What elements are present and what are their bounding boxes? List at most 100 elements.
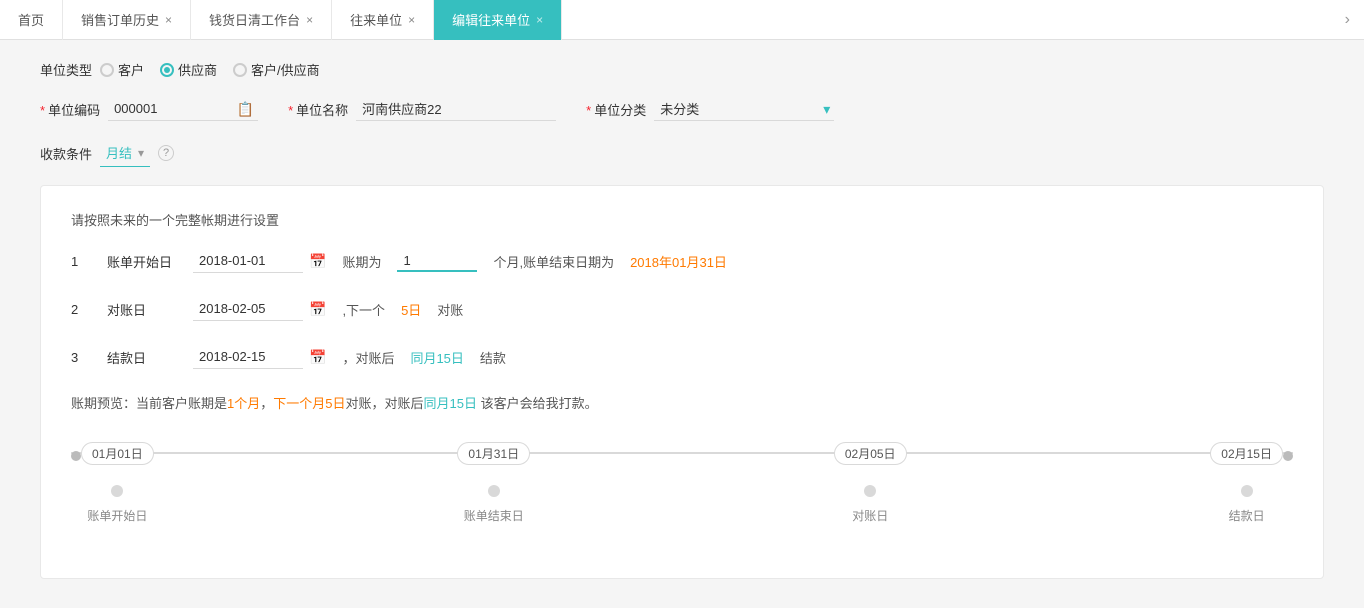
period-end-date-highlight: 2018年01月31日: [630, 252, 727, 271]
timeline-sub-label: 结款日: [1229, 507, 1265, 524]
unit-type-item: 单位类型 客户 供应商 客户/供应商: [40, 60, 320, 79]
start-date-calendar-icon[interactable]: 📅: [309, 253, 326, 270]
row-num-3: 3: [71, 350, 91, 365]
unit-name-label: 单位名称: [288, 100, 348, 119]
period-months-input[interactable]: [397, 251, 477, 272]
tab-close-partner[interactable]: ×: [408, 13, 415, 27]
payment-condition-label: 收款条件: [40, 144, 92, 163]
radio-customer[interactable]: 客户: [100, 60, 144, 79]
unit-type-row: 单位类型 客户 供应商 客户/供应商: [40, 60, 1324, 79]
tab-home[interactable]: 首页: [0, 0, 63, 40]
unit-type-label: 单位类型: [40, 60, 92, 79]
timeline-point: 01月01日账单开始日: [81, 442, 154, 524]
tab-label-sales-history: 销售订单历史: [81, 10, 159, 29]
tab-close-edit-partner[interactable]: ×: [536, 13, 543, 27]
timeline-dot: [864, 485, 876, 497]
row-num-1: 1: [71, 254, 91, 269]
unit-code-calendar-icon[interactable]: 📋: [237, 101, 254, 118]
period-row-1: 1 账单开始日 📅 账期为 个月,账单结束日期为 2018年01月31日: [71, 249, 1293, 273]
unit-name-input[interactable]: [356, 97, 556, 121]
tab-label-partner: 往来单位: [350, 10, 402, 29]
radio-supplier[interactable]: 供应商: [160, 60, 217, 79]
date-input-wrap-3: 📅: [193, 345, 326, 369]
reconcile-date-calendar-icon[interactable]: 📅: [309, 301, 326, 318]
preview-end: 该客户会给我打款。: [481, 396, 598, 411]
tab-label-home: 首页: [18, 10, 44, 29]
payment-condition-select[interactable]: 月结 ▾: [100, 139, 150, 167]
main-content: 单位类型 客户 供应商 客户/供应商 单位编码: [0, 40, 1364, 608]
radio-supplier-label: 供应商: [178, 60, 217, 79]
timeline-dot: [1241, 485, 1253, 497]
unit-category-item: 单位分类 ▾: [586, 97, 834, 121]
radio-circle-customer: [100, 63, 114, 77]
radio-both-label: 客户/供应商: [251, 60, 320, 79]
unit-name-item: 单位名称: [288, 97, 556, 121]
period-desc-post-1: 个月,账单结束日期为: [493, 252, 614, 271]
payment-date-calendar-icon[interactable]: 📅: [309, 349, 326, 366]
tab-cash-work[interactable]: 钱货日清工作台 ×: [191, 0, 332, 40]
reconcile-desc-pre: ,下一个: [342, 300, 385, 319]
timeline-sub-label: 账单开始日: [87, 507, 147, 524]
timeline-point: 01月31日账单结束日: [457, 442, 530, 524]
unit-code-input-wrap: 📋: [108, 97, 258, 121]
tab-edit-partner[interactable]: 编辑往来单位 ×: [434, 0, 562, 40]
radio-customer-label: 客户: [118, 60, 144, 79]
preview-part2: 下一个月5日: [273, 396, 345, 411]
date-input-wrap-1: 📅: [193, 249, 326, 273]
tab-partner[interactable]: 往来单位 ×: [332, 0, 434, 40]
timeline-dot: [111, 485, 123, 497]
payment-desc-post: 结款: [480, 348, 506, 367]
period-settings-card: 请按照未来的一个完整帐期进行设置 1 账单开始日 📅 账期为 个月,账单结束日期…: [40, 185, 1324, 579]
tab-label-cash-work: 钱货日清工作台: [209, 10, 300, 29]
payment-condition-value: 月结: [106, 143, 132, 162]
reconcile-day-highlight: 5日: [401, 300, 421, 319]
timeline-badge: 02月05日: [834, 442, 907, 465]
row-label-2: 对账日: [107, 300, 177, 319]
preview-mid2: 对账，对账后: [346, 396, 424, 411]
timeline-badge: 01月31日: [457, 442, 530, 465]
timeline-sub-label: 账单结束日: [464, 507, 524, 524]
tab-label-edit-partner: 编辑往来单位: [452, 10, 530, 29]
period-row-3: 3 结款日 📅 ，对账后 同月15日 结款: [71, 345, 1293, 369]
payment-condition-item: 收款条件 月结 ▾ ?: [40, 139, 174, 167]
card-header: 请按照未来的一个完整帐期进行设置: [71, 210, 1293, 229]
timeline-point: 02月15日结款日: [1210, 442, 1283, 524]
payment-condition-help-icon[interactable]: ?: [158, 145, 174, 161]
tab-more-button[interactable]: ›: [1331, 0, 1364, 40]
row-label-3: 结款日: [107, 348, 177, 367]
tab-sales-history[interactable]: 销售订单历史 ×: [63, 0, 191, 40]
radio-both[interactable]: 客户/供应商: [233, 60, 320, 79]
unit-code-input[interactable]: [108, 97, 258, 121]
start-date-input[interactable]: [193, 249, 303, 273]
radio-circle-both: [233, 63, 247, 77]
payment-condition-row: 收款条件 月结 ▾ ?: [40, 139, 1324, 167]
tabs-bar: 首页 销售订单历史 × 钱货日清工作台 × 往来单位 × 编辑往来单位 × ›: [0, 0, 1364, 40]
unit-type-radio-group: 客户 供应商 客户/供应商: [100, 60, 320, 79]
timeline-sub-label: 对账日: [852, 507, 888, 524]
preview-label: 账期预览：当前客户账期是: [71, 396, 227, 411]
timeline-dot: [488, 485, 500, 497]
row-label-1: 账单开始日: [107, 252, 177, 271]
timeline-badge: 01月01日: [81, 442, 154, 465]
reconcile-desc-post: 对账: [437, 300, 463, 319]
preview-part3: 同月15日: [424, 396, 477, 411]
payment-condition-arrow-icon: ▾: [138, 146, 144, 160]
payment-desc-pre: ，对账后: [342, 348, 394, 367]
unit-code-label: 单位编码: [40, 100, 100, 119]
preview-section: 账期预览：当前客户账期是1个月，下一个月5日对账，对账后同月15日 该客户会给我…: [71, 393, 1293, 412]
unit-info-row: 单位编码 📋 单位名称 单位分类 ▾: [40, 97, 1324, 121]
unit-category-select-wrap: ▾: [654, 97, 834, 121]
tab-close-cash-work[interactable]: ×: [306, 13, 313, 27]
tab-close-sales-history[interactable]: ×: [165, 13, 172, 27]
payment-date-input[interactable]: [193, 345, 303, 369]
unit-category-arrow-icon[interactable]: ▾: [823, 101, 830, 118]
timeline-point: 02月05日对账日: [834, 442, 907, 524]
row-num-2: 2: [71, 302, 91, 317]
reconcile-date-input[interactable]: [193, 297, 303, 321]
unit-category-input[interactable]: [654, 97, 834, 121]
period-row-2: 2 对账日 📅 ,下一个 5日 对账: [71, 297, 1293, 321]
timeline: 01月01日账单开始日 01月31日账单结束日 02月05日对账日 02月15日结款日: [71, 432, 1293, 554]
preview-part1: 1个月: [227, 396, 260, 411]
timeline-badge: 02月15日: [1210, 442, 1283, 465]
payment-day-highlight: 同月15日: [410, 348, 463, 367]
